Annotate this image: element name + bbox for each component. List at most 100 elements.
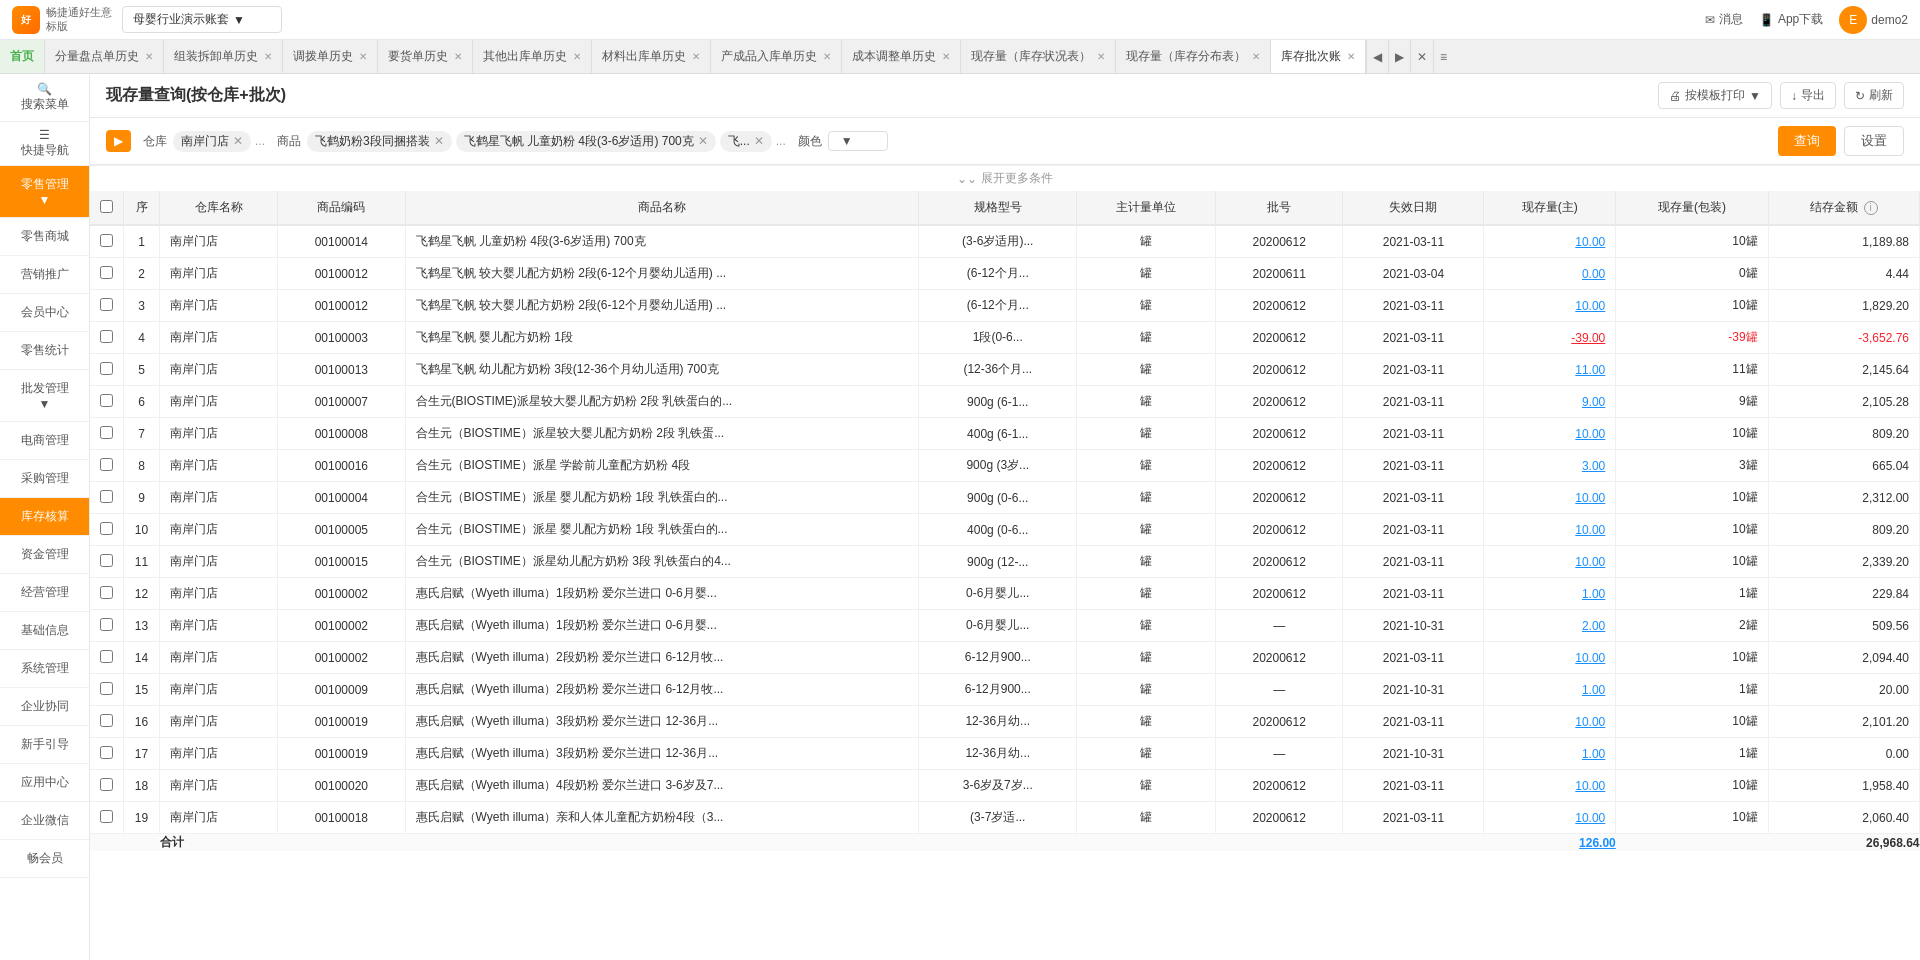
- user-avatar-area[interactable]: E demo2: [1839, 6, 1908, 34]
- tab-yaohuo[interactable]: 要货单历史 ✕: [378, 40, 473, 74]
- sidebar-quick-nav[interactable]: ☰ 快捷导航: [0, 122, 89, 166]
- sidebar-item-enterprise[interactable]: 企业协同: [0, 688, 89, 726]
- row-checkbox[interactable]: [100, 362, 113, 375]
- row-checkbox[interactable]: [100, 458, 113, 471]
- close-tab-fenliangpandian[interactable]: ✕: [145, 51, 153, 62]
- remove-goods-tag-1-icon[interactable]: ✕: [434, 134, 444, 148]
- qty-main-link[interactable]: 2.00: [1582, 619, 1605, 633]
- row-checkbox[interactable]: [100, 746, 113, 759]
- sidebar-item-marketing[interactable]: 营销推广: [0, 256, 89, 294]
- tab-next-btn[interactable]: ▶: [1388, 40, 1410, 74]
- qty-main-link[interactable]: 10.00: [1575, 779, 1605, 793]
- sidebar-item-member[interactable]: 畅会员: [0, 840, 89, 878]
- sidebar-item-purchase[interactable]: 采购管理: [0, 460, 89, 498]
- tab-kucunpicize[interactable]: 库存批次账 ✕: [1271, 40, 1366, 74]
- close-tab-diaobo[interactable]: ✕: [359, 51, 367, 62]
- qty-main-link[interactable]: -39.00: [1571, 331, 1605, 345]
- row-checkbox[interactable]: [100, 554, 113, 567]
- sidebar-item-guide[interactable]: 新手引导: [0, 726, 89, 764]
- row-checkbox[interactable]: [100, 426, 113, 439]
- close-tab-cailiaochu[interactable]: ✕: [692, 51, 700, 62]
- color-select[interactable]: ▼: [828, 131, 888, 151]
- tab-close-all-btn[interactable]: ✕: [1410, 40, 1433, 74]
- row-checkbox[interactable]: [100, 522, 113, 535]
- qty-main-link[interactable]: 10.00: [1575, 811, 1605, 825]
- app-download-btn[interactable]: 📱 App下载: [1759, 11, 1823, 28]
- tab-xiancunliang1[interactable]: 现存量（库存状况表） ✕: [961, 40, 1116, 74]
- qty-main-link[interactable]: 10.00: [1575, 235, 1605, 249]
- row-checkbox[interactable]: [100, 394, 113, 407]
- qty-main-link[interactable]: 0.00: [1582, 267, 1605, 281]
- goods-tag-1[interactable]: 飞鹤奶粉3段同捆搭装 ✕: [307, 131, 452, 152]
- sidebar-item-member-center[interactable]: 会员中心: [0, 294, 89, 332]
- sidebar-item-operations[interactable]: 经营管理: [0, 574, 89, 612]
- sidebar-item-ecommerce[interactable]: 电商管理: [0, 422, 89, 460]
- qty-main-link[interactable]: 10.00: [1575, 491, 1605, 505]
- remove-warehouse-tag-icon[interactable]: ✕: [233, 134, 243, 148]
- tab-home[interactable]: 首页: [0, 40, 45, 74]
- goods-tag-3[interactable]: 飞... ✕: [720, 131, 772, 152]
- tab-qitachu[interactable]: 其他出库单历史 ✕: [473, 40, 592, 74]
- row-checkbox[interactable]: [100, 650, 113, 663]
- qty-main-link[interactable]: 1.00: [1582, 587, 1605, 601]
- sidebar-item-wholesale[interactable]: 批发管理 ▼: [0, 370, 89, 422]
- row-checkbox[interactable]: [100, 330, 113, 343]
- amount-info-icon[interactable]: i: [1864, 201, 1878, 215]
- row-checkbox[interactable]: [100, 682, 113, 695]
- row-checkbox[interactable]: [100, 234, 113, 247]
- close-tab-zuzhangchaijian[interactable]: ✕: [264, 51, 272, 62]
- qty-main-link[interactable]: 10.00: [1575, 555, 1605, 569]
- filter-expand-btn[interactable]: ▶: [106, 130, 131, 152]
- row-checkbox[interactable]: [100, 490, 113, 503]
- select-all-checkbox[interactable]: [100, 200, 113, 213]
- close-tab-qitachu[interactable]: ✕: [573, 51, 581, 62]
- sidebar-item-system[interactable]: 系统管理: [0, 650, 89, 688]
- sidebar-item-retail-shop[interactable]: 零售商城: [0, 218, 89, 256]
- close-tab-chengtiaozhendan[interactable]: ✕: [942, 51, 950, 62]
- tab-xiancunliang2[interactable]: 现存量（库存分布表） ✕: [1116, 40, 1271, 74]
- tab-zuzhangchaijian[interactable]: 组装拆卸单历史 ✕: [164, 40, 283, 74]
- message-btn[interactable]: ✉ 消息: [1705, 11, 1743, 28]
- export-btn[interactable]: ↓ 导出: [1780, 82, 1836, 109]
- search-query-btn[interactable]: 查询: [1778, 126, 1836, 156]
- close-tab-xiancunliang2[interactable]: ✕: [1252, 51, 1260, 62]
- close-tab-chanchengpin[interactable]: ✕: [823, 51, 831, 62]
- row-checkbox[interactable]: [100, 266, 113, 279]
- qty-main-link[interactable]: 10.00: [1575, 299, 1605, 313]
- close-tab-kucunpicize[interactable]: ✕: [1347, 51, 1355, 62]
- qty-main-link[interactable]: 11.00: [1575, 363, 1605, 377]
- sidebar-item-retail-stats[interactable]: 零售统计: [0, 332, 89, 370]
- tab-menu-btn[interactable]: ≡: [1433, 40, 1453, 74]
- sidebar-item-finance[interactable]: 资金管理: [0, 536, 89, 574]
- warehouse-tag-nananmendian[interactable]: 南岸门店 ✕: [173, 131, 251, 152]
- refresh-btn[interactable]: ↻ 刷新: [1844, 82, 1904, 109]
- sidebar-item-basic-info[interactable]: 基础信息: [0, 612, 89, 650]
- qty-main-link[interactable]: 10.00: [1575, 715, 1605, 729]
- expand-conditions-bar[interactable]: ⌄⌄ 展开更多条件: [90, 165, 1920, 191]
- sidebar-item-retail-mgmt[interactable]: 零售管理 ▼: [0, 166, 89, 218]
- tab-chengtiaozhendan[interactable]: 成本调整单历史 ✕: [842, 40, 961, 74]
- qty-main-link[interactable]: 1.00: [1582, 683, 1605, 697]
- goods-tag-2[interactable]: 飞鹤星飞帆 儿童奶粉 4段(3-6岁适用) 700克 ✕: [456, 131, 716, 152]
- row-checkbox[interactable]: [100, 586, 113, 599]
- qty-main-link[interactable]: 3.00: [1582, 459, 1605, 473]
- sidebar-search[interactable]: 🔍 搜索菜单: [0, 74, 89, 122]
- tab-chanchengpin[interactable]: 产成品入库单历史 ✕: [711, 40, 842, 74]
- close-tab-xiancunliang1[interactable]: ✕: [1097, 51, 1105, 62]
- remove-goods-tag-2-icon[interactable]: ✕: [698, 134, 708, 148]
- tab-cailiaochu[interactable]: 材料出库单历史 ✕: [592, 40, 711, 74]
- sidebar-item-wechat[interactable]: 企业微信: [0, 802, 89, 840]
- remove-goods-tag-3-icon[interactable]: ✕: [754, 134, 764, 148]
- sidebar-item-inventory[interactable]: 库存核算: [0, 498, 89, 536]
- close-tab-yaohuo[interactable]: ✕: [454, 51, 462, 62]
- qty-main-link[interactable]: 10.00: [1575, 427, 1605, 441]
- row-checkbox[interactable]: [100, 778, 113, 791]
- print-btn[interactable]: 🖨 按模板打印 ▼: [1658, 82, 1772, 109]
- sidebar-item-app-center[interactable]: 应用中心: [0, 764, 89, 802]
- warehouse-more-btn[interactable]: ...: [255, 134, 265, 148]
- tab-diaobo[interactable]: 调拨单历史 ✕: [283, 40, 378, 74]
- qty-main-link[interactable]: 10.00: [1575, 523, 1605, 537]
- filter-settings-btn[interactable]: 设置: [1844, 126, 1904, 156]
- row-checkbox[interactable]: [100, 714, 113, 727]
- qty-main-link[interactable]: 9.00: [1582, 395, 1605, 409]
